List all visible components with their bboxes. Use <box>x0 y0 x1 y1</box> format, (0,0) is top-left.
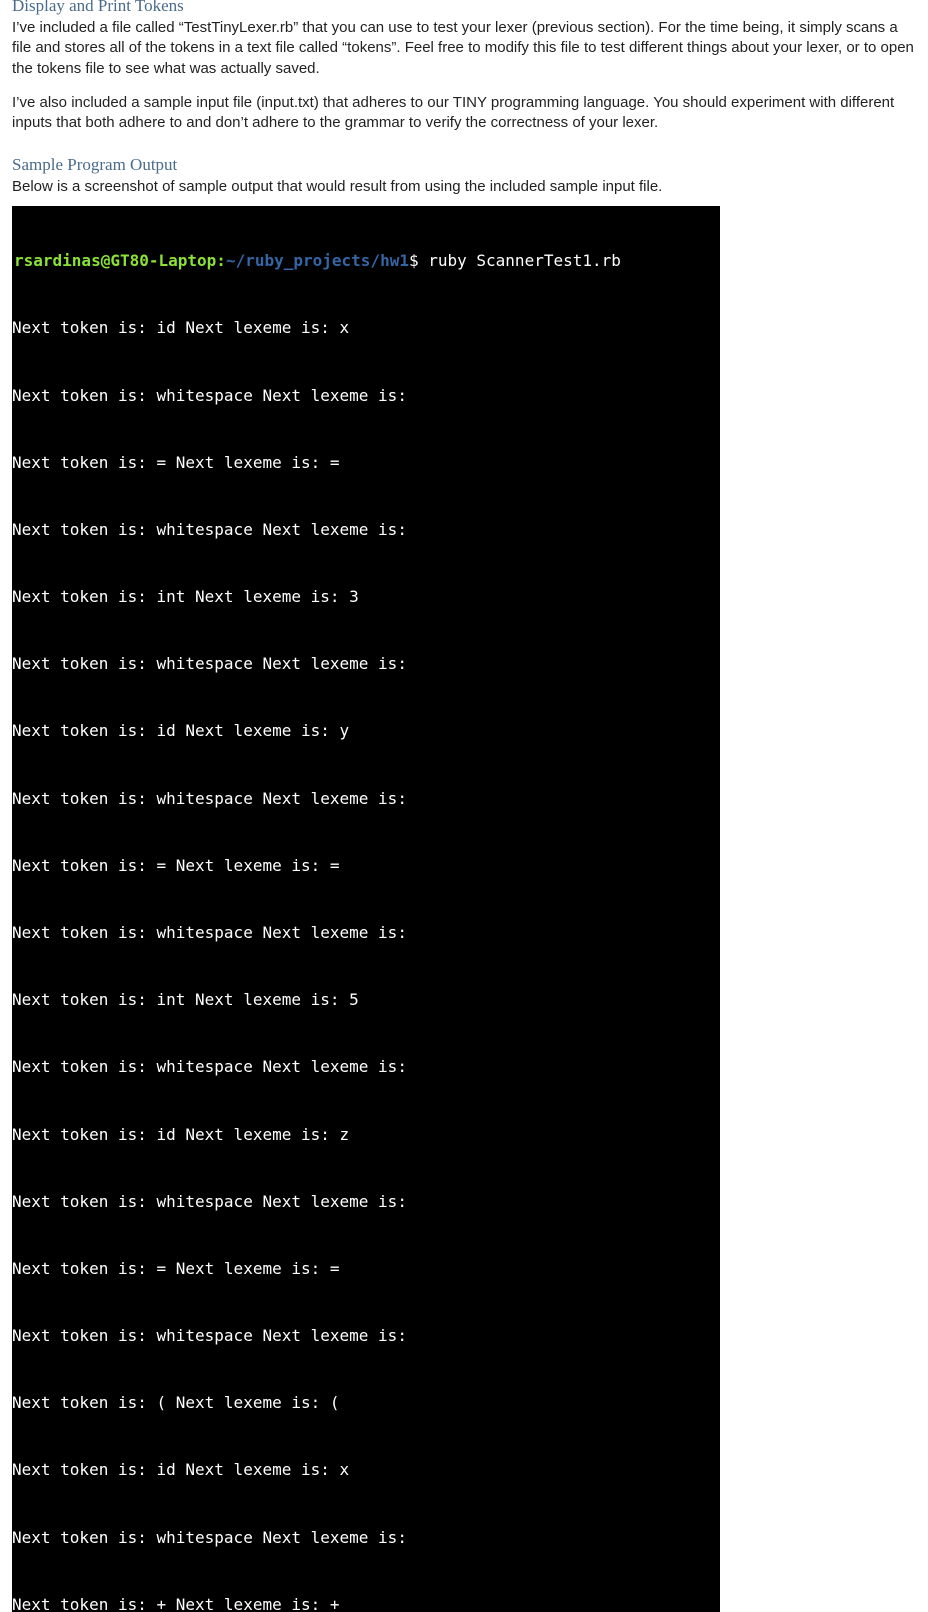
terminal-line: Next token is: id Next lexeme is: x <box>12 1459 720 1481</box>
terminal-line: Next token is: + Next lexeme is: + <box>12 1594 720 1612</box>
terminal-line: Next token is: id Next lexeme is: x <box>12 317 720 339</box>
terminal-line: Next token is: ( Next lexeme is: ( <box>12 1392 720 1414</box>
terminal-line: Next token is: id Next lexeme is: y <box>12 720 720 742</box>
terminal-output: rsardinas@GT80-Laptop:~/ruby_projects/hw… <box>12 206 720 1612</box>
section-display-print: Display and Print Tokens I’ve included a… <box>12 0 916 133</box>
terminal-line: Next token is: int Next lexeme is: 3 <box>12 586 720 608</box>
terminal-prompt-line: rsardinas@GT80-Laptop:~/ruby_projects/hw… <box>12 250 720 272</box>
terminal-command: ruby ScannerTest1.rb <box>428 251 621 270</box>
terminal-line: Next token is: whitespace Next lexeme is… <box>12 1191 720 1213</box>
section-sample-output: Sample Program Output Below is a screens… <box>12 155 916 1612</box>
terminal-line: Next token is: whitespace Next lexeme is… <box>12 385 720 407</box>
terminal-line: Next token is: id Next lexeme is: z <box>12 1124 720 1146</box>
terminal-user-host: rsardinas@GT80-Laptop <box>14 251 216 270</box>
terminal-line: Next token is: whitespace Next lexeme is… <box>12 1056 720 1078</box>
terminal-line: Next token is: = Next lexeme is: = <box>12 452 720 474</box>
terminal-line: Next token is: whitespace Next lexeme is… <box>12 1527 720 1549</box>
terminal-line: Next token is: int Next lexeme is: 5 <box>12 989 720 1011</box>
terminal-line: Next token is: whitespace Next lexeme is… <box>12 519 720 541</box>
paragraph-test-lexer: I’ve included a file called “TestTinyLex… <box>12 18 916 79</box>
terminal-path: ~/ruby_projects/hw1 <box>226 251 409 270</box>
terminal-line: Next token is: = Next lexeme is: = <box>12 855 720 877</box>
terminal-line: Next token is: whitespace Next lexeme is… <box>12 1325 720 1347</box>
heading-sample-output: Sample Program Output <box>12 155 916 175</box>
terminal-colon: : <box>216 251 226 270</box>
heading-display-print: Display and Print Tokens <box>12 0 916 16</box>
terminal-line: Next token is: = Next lexeme is: = <box>12 1258 720 1280</box>
paragraph-sample-input: I’ve also included a sample input file (… <box>12 93 916 134</box>
paragraph-output-intro: Below is a screenshot of sample output t… <box>12 177 916 197</box>
terminal-line: Next token is: whitespace Next lexeme is… <box>12 653 720 675</box>
terminal-line: Next token is: whitespace Next lexeme is… <box>12 922 720 944</box>
terminal-dollar: $ <box>409 251 428 270</box>
terminal-line: Next token is: whitespace Next lexeme is… <box>12 788 720 810</box>
